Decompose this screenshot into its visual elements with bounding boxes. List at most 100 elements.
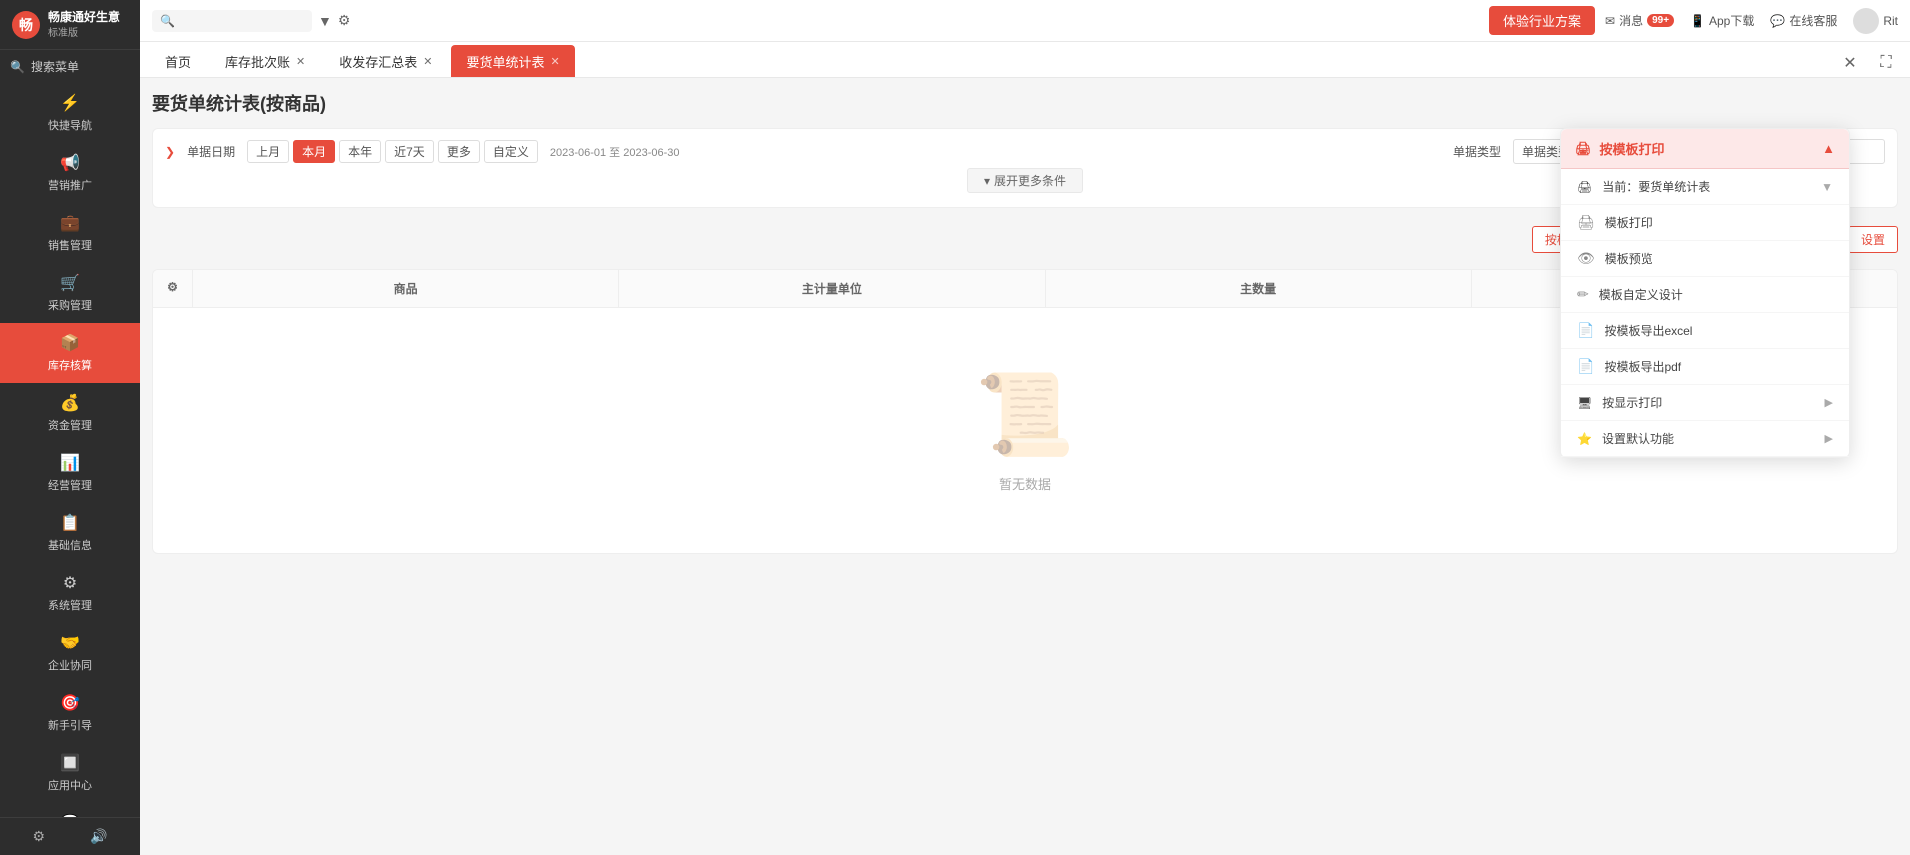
sidebar-item-label: 系统管理 [48, 597, 92, 613]
expand-more-btn[interactable]: ▾ 展开更多条件 [967, 168, 1083, 193]
export-excel-icon: 📄 [1577, 322, 1594, 339]
sidebar-search[interactable]: 🔍 搜索菜单 [0, 50, 140, 83]
collapse-icon: ❯ [165, 145, 175, 159]
th-settings[interactable]: ⚙ [153, 270, 193, 307]
dropdown-template-preview[interactable]: 👁 模板预览 [1561, 241, 1849, 277]
dropdown-export-pdf[interactable]: 📄 按模板导出pdf [1561, 349, 1849, 385]
set-default-icon: ⭐ [1577, 432, 1592, 446]
dropdown-export-excel[interactable]: 📄 按模板导出excel [1561, 313, 1849, 349]
tab-collection-summary[interactable]: 收发存汇总表 ✕ [324, 45, 447, 77]
th-goods: 商品 [193, 270, 619, 307]
sidebar-item-system[interactable]: ⚙ 系统管理 [0, 563, 140, 623]
app-subtitle: 标准版 [48, 24, 120, 39]
date-last-month[interactable]: 上月 [247, 140, 289, 163]
app-download-btn[interactable]: 📱 App下载 [1690, 12, 1754, 29]
sidebar-item-operations[interactable]: 📊 经营管理 [0, 443, 140, 503]
expand-icon: ▾ [984, 174, 990, 188]
page-title: 要货单统计表(按商品) [152, 90, 1898, 116]
date-custom[interactable]: 自定义 [484, 140, 538, 163]
search-label: 搜索菜单 [31, 58, 79, 75]
sidebar-item-wechat[interactable]: 💬 企业微信 [0, 803, 140, 817]
current-print-icon: 🖨 [1577, 180, 1592, 194]
template-custom-icon: ✏ [1577, 286, 1589, 303]
sidebar-item-finance[interactable]: 💰 资金管理 [0, 383, 140, 443]
online-service-btn[interactable]: 💬 在线客服 [1770, 12, 1837, 29]
tab-order-stats-close[interactable]: ✕ [551, 55, 560, 68]
sidebar-item-sales[interactable]: 💼 销售管理 [0, 203, 140, 263]
filter-collapse-btn[interactable]: ❯ [165, 145, 175, 159]
template-print-label: 模板打印 [1605, 214, 1653, 231]
sidebar-item-label: 应用中心 [48, 777, 92, 793]
sidebar-item-enterprise[interactable]: 🤝 企业协同 [0, 623, 140, 683]
settings-footer-btn[interactable]: ⚙ [33, 828, 46, 845]
sidebar-item-label: 营销推广 [48, 177, 92, 193]
expand-tab-btn[interactable]: ⛶ [1872, 49, 1900, 77]
sidebar-item-marketing[interactable]: 📢 营销推广 [0, 143, 140, 203]
volume-footer-btn[interactable]: 🔊 [90, 828, 107, 845]
tab-collection-close[interactable]: ✕ [423, 55, 432, 68]
tab-batch-account-close[interactable]: ✕ [296, 55, 305, 68]
date-this-year[interactable]: 本年 [339, 140, 381, 163]
dropdown-up-chevron[interactable]: ▲ [1822, 141, 1835, 156]
date-this-month[interactable]: 本月 [293, 140, 335, 163]
dropdown-current-item[interactable]: 🖨 当前：要货单统计表 ▼ [1561, 169, 1849, 205]
sidebar-item-apps[interactable]: 🔲 应用中心 [0, 743, 140, 803]
sidebar-footer: ⚙ 🔊 [0, 817, 140, 855]
tab-order-stats[interactable]: 要货单统计表 ✕ [451, 45, 574, 77]
template-preview-label: 模板预览 [1605, 250, 1653, 267]
display-print-label: 按显示打印 [1602, 394, 1662, 411]
print-dropdown-panel: 🖨 按模板打印 ▲ 🖨 当前：要货单统计表 ▼ 🖨 模板打印 👁 [1560, 128, 1850, 458]
enterprise-icon: 🤝 [60, 633, 80, 653]
sales-icon: 💼 [60, 213, 80, 233]
finance-icon: 💰 [60, 393, 80, 413]
messages-btn[interactable]: ✉ 消息 99+ [1605, 12, 1674, 29]
trial-btn[interactable]: 体验行业方案 [1489, 6, 1595, 35]
current-chevron-icon: ▼ [1821, 180, 1833, 194]
sidebar-item-guide[interactable]: 🎯 新手引导 [0, 683, 140, 743]
tab-home[interactable]: 首页 [150, 45, 206, 77]
close-tab-btn[interactable]: ✕ [1836, 49, 1864, 77]
tab-batch-account[interactable]: 库存批次账 ✕ [210, 45, 320, 77]
sidebar-item-label: 销售管理 [48, 237, 92, 253]
set-default-chevron: ▶ [1825, 432, 1833, 445]
date-last-7days[interactable]: 近7天 [385, 140, 434, 163]
sidebar-nav: ⚡ 快捷导航 📢 营销推广 💼 销售管理 🛒 采购管理 📦 库存核算 💰 资金管… [0, 83, 140, 817]
sidebar-item-quick-nav[interactable]: ⚡ 快捷导航 [0, 83, 140, 143]
settings-btn[interactable]: 设置 [1848, 226, 1898, 253]
dropdown-template-custom[interactable]: ✏ 模板自定义设计 [1561, 277, 1849, 313]
topbar-gear-icon[interactable]: ▼ [318, 13, 332, 29]
user-area[interactable]: Rit [1853, 8, 1898, 34]
tabs-bar: 首页 库存批次账 ✕ 收发存汇总表 ✕ 要货单统计表 ✕ ✕ ⛶ [140, 42, 1910, 78]
th-quantity: 主数量 [1046, 270, 1472, 307]
online-service-label: 在线客服 [1789, 12, 1837, 29]
date-filter-label: 单据日期 [187, 143, 235, 160]
dropdown-template-print[interactable]: 🖨 模板打印 [1561, 205, 1849, 241]
purchase-icon: 🛒 [60, 273, 80, 293]
dropdown-display-print[interactable]: 🖥 按显示打印 ▶ [1561, 385, 1849, 421]
topbar-settings-icon[interactable]: ⚙ [338, 12, 351, 29]
apps-icon: 🔲 [60, 753, 80, 773]
dropdown-set-default[interactable]: ⭐ 设置默认功能 ▶ [1561, 421, 1849, 457]
sidebar: 畅 畅康通好生意 标准版 🔍 搜索菜单 ⚡ 快捷导航 📢 营销推广 💼 销售管理… [0, 0, 140, 855]
operations-icon: 📊 [60, 453, 80, 473]
template-custom-label: 模板自定义设计 [1599, 286, 1683, 303]
inventory-icon: 📦 [60, 333, 80, 353]
app-download-label: App下载 [1709, 12, 1754, 29]
sidebar-item-purchase[interactable]: 🛒 采购管理 [0, 263, 140, 323]
sidebar-item-label: 采购管理 [48, 297, 92, 313]
sidebar-item-inventory[interactable]: 📦 库存核算 [0, 323, 140, 383]
messages-badge: 99+ [1647, 14, 1674, 27]
guide-icon: 🎯 [60, 693, 80, 713]
topbar-search-box[interactable]: 🔍 [152, 10, 312, 32]
marketing-icon: 📢 [60, 153, 80, 173]
sidebar-item-basic[interactable]: 📋 基础信息 [0, 503, 140, 563]
current-label: 当前：要货单统计表 [1602, 178, 1710, 195]
order-type-label: 单据类型 [1453, 143, 1501, 160]
empty-text: 暂无数据 [999, 474, 1051, 493]
expand-label: 展开更多条件 [994, 172, 1066, 189]
sidebar-item-label: 基础信息 [48, 537, 92, 553]
print-header-icon: 🖨 [1575, 141, 1592, 157]
date-more[interactable]: 更多 [438, 140, 480, 163]
sidebar-logo: 畅 畅康通好生意 标准版 [0, 0, 140, 50]
avatar [1853, 8, 1879, 34]
